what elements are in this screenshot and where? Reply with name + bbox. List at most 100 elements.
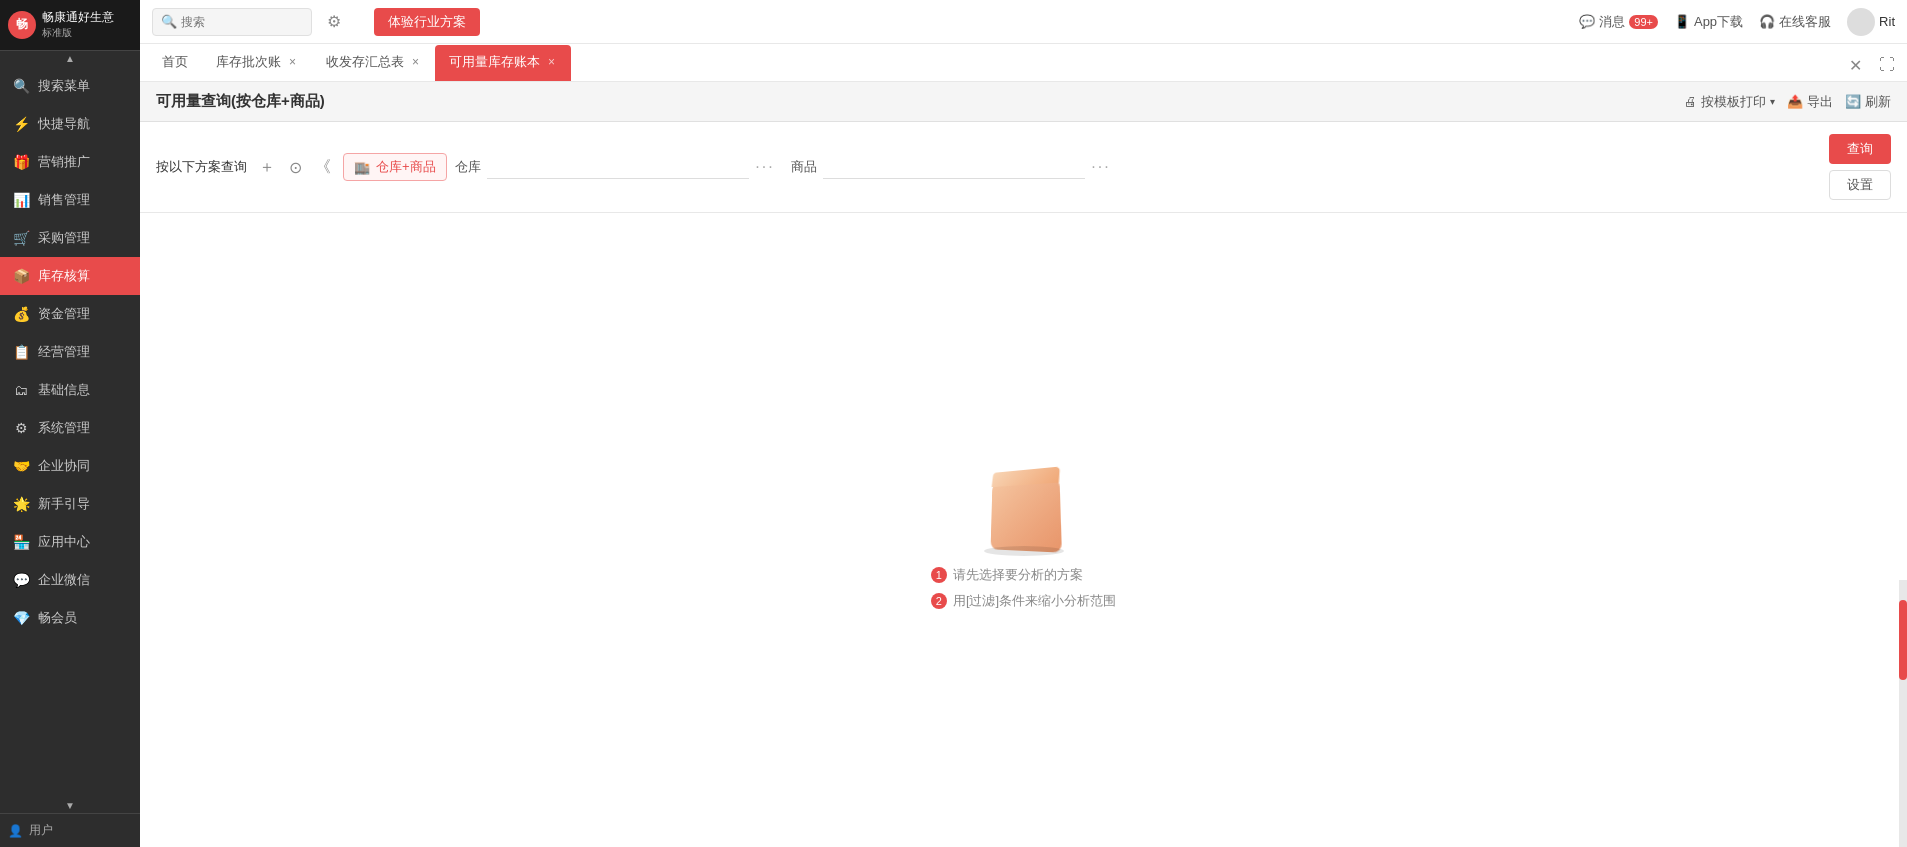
product-more-icon[interactable]: ··· [1091,158,1110,176]
warehouse-input[interactable] [487,155,750,179]
empty-tip-1: 1 请先选择要分析的方案 [931,566,1116,584]
money-icon: 💰 [12,305,30,323]
filter-scheme-actions: ＋ ⊙ 《 [255,155,335,179]
sidebar-item-enterprise[interactable]: 🤝 企业协同 [0,447,140,485]
collapse-button[interactable]: 《 [311,155,335,179]
empty-tips: 1 请先选择要分析的方案 2 用[过滤]条件来缩小分析范围 [931,566,1116,610]
product-input[interactable] [823,155,1086,179]
sidebar-item-label: 销售管理 [38,191,90,209]
empty-box-graphic [990,479,1061,553]
filter-label: 按以下方案查询 [156,158,247,176]
tab-expand-button[interactable]: ⛶ [1875,53,1899,77]
export-label: 导出 [1807,93,1833,111]
diamond-icon: 💎 [12,609,30,627]
message-badge: 99+ [1629,15,1658,29]
tab-bar: 首页 库存批次账 × 收发存汇总表 × 可用量库存账本 × ✕ ⛶ [140,44,1907,82]
print-button[interactable]: 🖨 按模板打印 ▾ [1684,93,1775,111]
sidebar-item-app-center[interactable]: 🏪 应用中心 [0,523,140,561]
topbar-gear-button[interactable]: ⚙ [320,8,348,36]
sidebar-logo: 畅 [8,11,36,39]
warehouse-more-icon[interactable]: ··· [755,158,774,176]
sidebar-item-marketing[interactable]: 🎁 营销推广 [0,143,140,181]
refresh-icon: 🔄 [1845,94,1861,109]
tip-text-2: 用[过滤]条件来缩小分析范围 [953,592,1116,610]
lightning-icon: ⚡ [12,115,30,133]
tab-close-summary[interactable]: × [410,55,421,69]
right-scrollbar[interactable] [1899,580,1907,847]
message-button[interactable]: 💬 消息 99+ [1579,13,1658,31]
online-support-button[interactable]: 🎧 在线客服 [1759,13,1831,31]
filter-area: 按以下方案查询 ＋ ⊙ 《 🏬 仓库+商品 仓库 ··· 商品 ·· [140,122,1907,213]
handshake-icon: 🤝 [12,457,30,475]
sidebar-menu: 🔍 搜索菜单 ⚡ 快捷导航 🎁 营销推广 📊 销售管理 🛒 采购管理 📦 库存核… [0,67,140,797]
sidebar-item-purchase[interactable]: 🛒 采购管理 [0,219,140,257]
sidebar-item-label: 营销推广 [38,153,90,171]
sidebar-header: 畅 畅康通好生意 标准版 [0,0,140,51]
bell-icon: 💬 [1579,14,1595,29]
empty-tip-2: 2 用[过滤]条件来缩小分析范围 [931,592,1116,610]
settings-button[interactable]: 设置 [1829,170,1891,200]
scheme-item-warehouse-product[interactable]: 🏬 仓库+商品 [343,153,447,181]
tab-home[interactable]: 首页 [148,45,202,81]
online-support-label: 在线客服 [1779,13,1831,31]
industry-solution-button[interactable]: 体验行业方案 [374,8,480,36]
tip-number-1: 1 [931,567,947,583]
settings-scheme-button[interactable]: ⊙ [283,155,307,179]
tab-label: 收发存汇总表 [326,53,404,71]
page-content: 可用量查询(按仓库+商品) 🖨 按模板打印 ▾ 📤 导出 🔄 刷新 按以下 [140,82,1907,847]
sidebar-item-search[interactable]: 🔍 搜索菜单 [0,67,140,105]
sidebar-item-guide[interactable]: 🌟 新手引导 [0,485,140,523]
wechat-icon: 💬 [12,571,30,589]
sidebar-item-label: 企业微信 [38,571,90,589]
tab-batch-account[interactable]: 库存批次账 × [202,45,312,81]
sidebar-scroll-up[interactable]: ▲ [0,51,140,67]
sidebar-item-vip[interactable]: 💎 畅会员 [0,599,140,637]
sidebar-scroll-down[interactable]: ▼ [0,797,140,813]
topbar-search-box[interactable]: 🔍 [152,8,312,36]
username-label: Rit [1879,14,1895,29]
sidebar-item-wechat[interactable]: 💬 企业微信 [0,561,140,599]
filter-action-buttons: 查询 设置 [1829,134,1891,200]
export-button[interactable]: 📤 导出 [1787,93,1833,111]
topbar-search-input[interactable] [181,15,261,29]
sidebar-item-operations[interactable]: 📋 经营管理 [0,333,140,371]
sidebar-item-system[interactable]: ⚙ 系统管理 [0,409,140,447]
sidebar-item-sales[interactable]: 📊 销售管理 [0,181,140,219]
box-icon: 📦 [12,267,30,285]
tab-close-available[interactable]: × [546,55,557,69]
tab-inventory-summary[interactable]: 收发存汇总表 × [312,45,435,81]
gear-icon: ⚙ [12,419,30,437]
empty-shadow-graphic [984,546,1064,556]
main-area: 🔍 ⚙ 体验行业方案 💬 消息 99+ 📱 App下载 🎧 在线客服 Rit [140,0,1907,847]
sidebar-item-quick-nav[interactable]: ⚡ 快捷导航 [0,105,140,143]
message-label: 消息 [1599,13,1625,31]
add-scheme-button[interactable]: ＋ [255,155,279,179]
product-filter-field: 商品 ··· [791,155,1111,179]
sidebar-item-label: 采购管理 [38,229,90,247]
tab-close-all-button[interactable]: ✕ [1843,53,1867,77]
app-title: 畅康通好生意 [42,10,114,26]
sidebar-item-label: 系统管理 [38,419,90,437]
query-button[interactable]: 查询 [1829,134,1891,164]
sidebar-item-label: 新手引导 [38,495,90,513]
star-icon: 🌟 [12,495,30,513]
sidebar: 畅 畅康通好生意 标准版 ▲ 🔍 搜索菜单 ⚡ 快捷导航 🎁 营销推广 📊 销售… [0,0,140,847]
scroll-down-arrow[interactable]: ▼ [60,797,80,813]
sidebar-username: 用户 [29,822,53,839]
tab-close-batch[interactable]: × [287,55,298,69]
search-icon: 🔍 [12,77,30,95]
scroll-up-arrow[interactable]: ▲ [60,51,80,67]
tab-label: 可用量库存账本 [449,53,540,71]
refresh-button[interactable]: 🔄 刷新 [1845,93,1891,111]
tab-label: 库存批次账 [216,53,281,71]
sidebar-item-inventory[interactable]: 📦 库存核算 [0,257,140,295]
headset-icon: 🎧 [1759,14,1775,29]
dropdown-arrow-icon: ▾ [1770,96,1775,107]
sidebar-item-basic-info[interactable]: 🗂 基础信息 [0,371,140,409]
sidebar-bottom-user[interactable]: 👤 用户 [0,813,140,847]
tip-number-2: 2 [931,593,947,609]
user-avatar-area[interactable]: Rit [1847,8,1895,36]
app-download-button[interactable]: 📱 App下载 [1674,13,1743,31]
sidebar-item-finance[interactable]: 💰 资金管理 [0,295,140,333]
tab-available-qty[interactable]: 可用量库存账本 × [435,45,571,81]
